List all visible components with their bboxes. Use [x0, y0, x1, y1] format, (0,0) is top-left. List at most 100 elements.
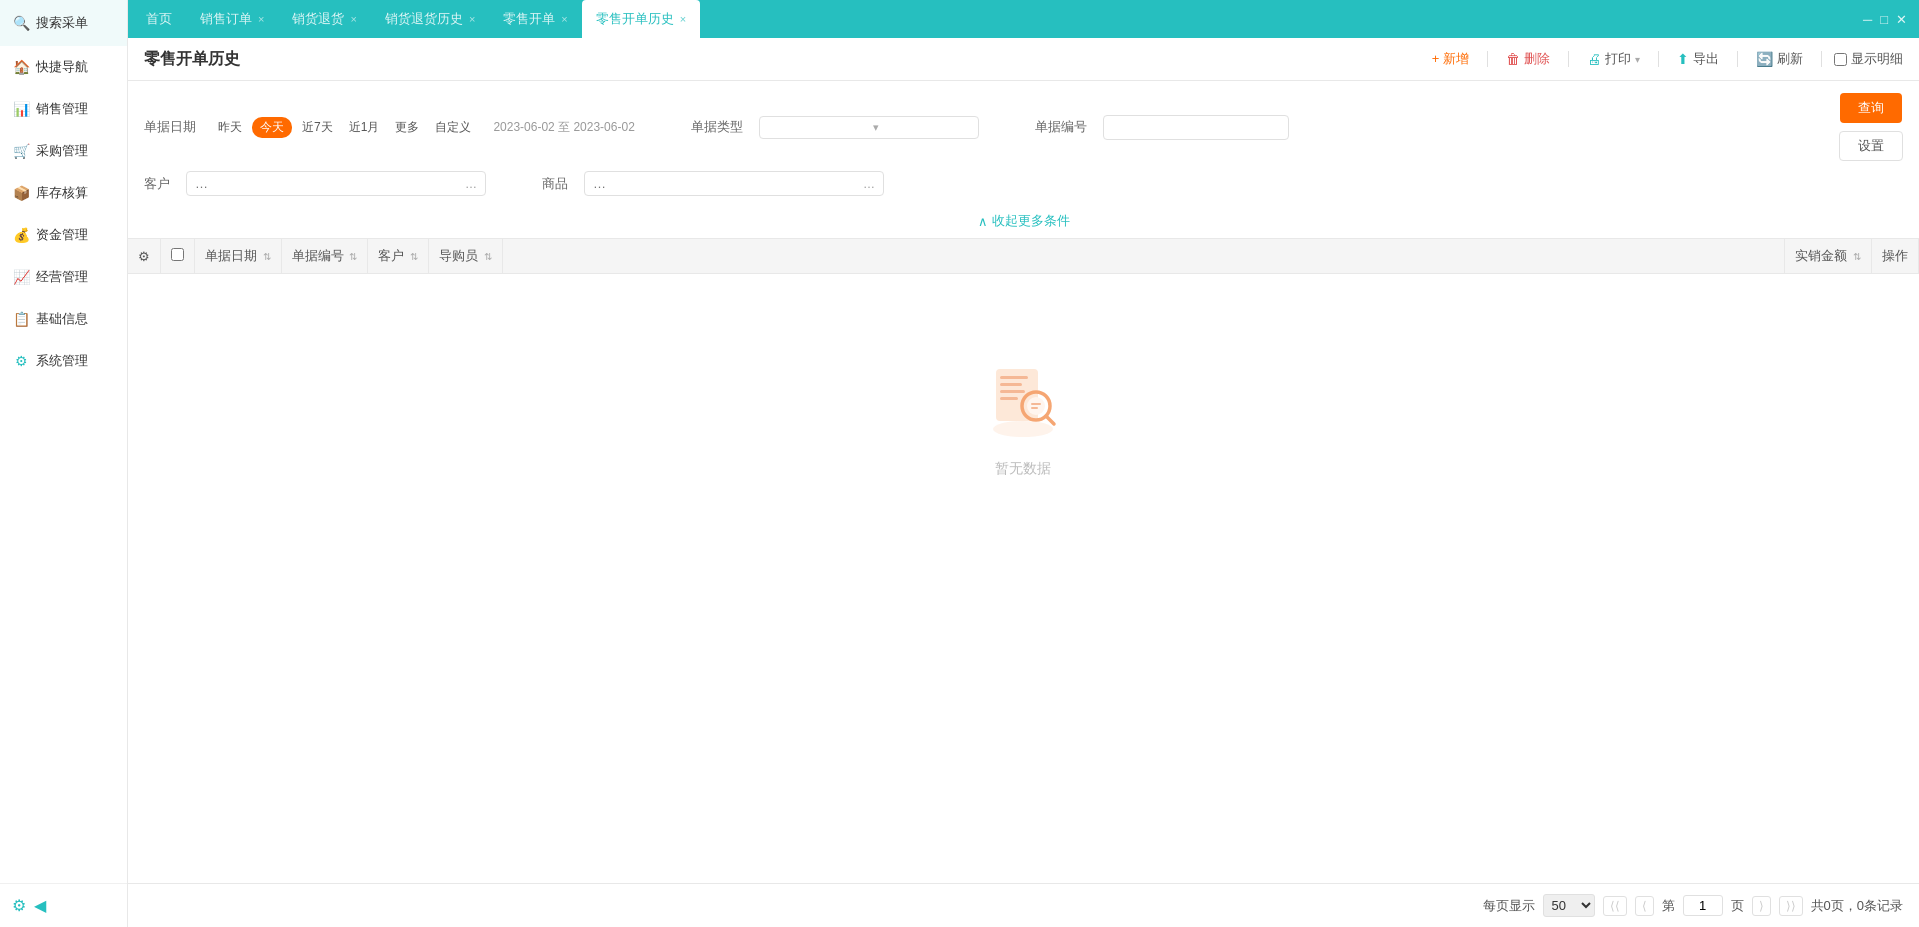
tab-sales-order[interactable]: 销售订单 × — [186, 0, 278, 38]
sort-icon-guide: ⇅ — [484, 251, 492, 262]
delete-icon: 🗑 — [1506, 51, 1520, 67]
svg-point-7 — [1027, 397, 1045, 415]
page-prefix-label: 第 — [1662, 897, 1675, 915]
table-area: ⚙ 单据日期 ⇅ 单据编号 ⇅ 客户 ⇅ — [128, 239, 1919, 883]
select-all-checkbox[interactable] — [171, 248, 184, 261]
th-action: 操作 — [1872, 239, 1919, 274]
next-page-btn[interactable]: ⟩ — [1752, 896, 1771, 916]
filter-settings-button[interactable]: 设置 — [1839, 131, 1903, 161]
add-button[interactable]: + 新增 — [1426, 46, 1475, 72]
th-bill-no-label: 单据编号 — [292, 248, 344, 263]
th-customer[interactable]: 客户 ⇅ — [368, 239, 429, 274]
empty-illustration — [978, 354, 1068, 444]
export-icon: ⬆ — [1677, 51, 1689, 67]
tab-sales-return-history-label: 销货退货历史 — [385, 10, 463, 28]
divider-1 — [1487, 51, 1488, 67]
display-detail-checkbox[interactable] — [1834, 53, 1847, 66]
print-button[interactable]: 🖨 打印 ▾ — [1581, 46, 1646, 72]
svg-rect-9 — [1031, 403, 1041, 405]
sidebar-settings-btn[interactable]: ⚙ — [12, 896, 26, 915]
tab-sales-return-close[interactable]: × — [350, 13, 356, 25]
sidebar-collapse-btn[interactable]: ◀ — [34, 896, 46, 915]
display-detail-toggle[interactable]: 显示明细 — [1834, 50, 1903, 68]
page-input[interactable] — [1683, 895, 1723, 916]
date-btn-custom[interactable]: 自定义 — [429, 117, 477, 138]
tab-sales-return-history[interactable]: 销货退货历史 × — [371, 0, 489, 38]
window-minimize-btn[interactable]: ─ — [1863, 12, 1872, 27]
th-checkbox[interactable] — [161, 239, 195, 274]
th-bill-no[interactable]: 单据编号 ⇅ — [281, 239, 368, 274]
display-detail-label: 显示明细 — [1851, 50, 1903, 68]
tab-bar-controls: ─ □ ✕ — [1863, 12, 1915, 27]
tab-home-label: 首页 — [146, 10, 172, 28]
customer-ellipsis[interactable]: … — [465, 177, 477, 191]
sort-icon-date: ⇅ — [263, 251, 271, 262]
sidebar: 🔍 搜索采单 🏠 快捷导航 📊 销售管理 🛒 采购管理 📦 库存核算 💰 资金管… — [0, 0, 128, 927]
empty-state: 暂无数据 — [128, 274, 1919, 558]
sidebar-item-quick-nav[interactable]: 🏠 快捷导航 — [0, 46, 127, 88]
date-btn-today[interactable]: 今天 — [252, 117, 292, 138]
data-table: ⚙ 单据日期 ⇅ 单据编号 ⇅ 客户 ⇅ — [128, 239, 1919, 558]
th-amount[interactable]: 实销金额 ⇅ — [1785, 239, 1872, 274]
sidebar-item-sys-mgmt[interactable]: ⚙ 系统管理 — [0, 340, 127, 382]
tab-retail-open[interactable]: 零售开单 × — [489, 0, 581, 38]
sidebar-item-label: 基础信息 — [36, 310, 88, 328]
customer-input[interactable] — [195, 176, 465, 191]
box-icon: 📦 — [12, 185, 30, 201]
sidebar-item-finance[interactable]: 💰 资金管理 — [0, 214, 127, 256]
sidebar-item-purchase-mgmt[interactable]: 🛒 采购管理 — [0, 130, 127, 172]
tab-retail-open-history-close[interactable]: × — [680, 13, 686, 25]
th-action-label: 操作 — [1882, 248, 1908, 263]
th-guide[interactable]: 导购员 ⇅ — [428, 239, 502, 274]
th-settings[interactable]: ⚙ — [128, 239, 161, 274]
tab-sales-order-close[interactable]: × — [258, 13, 264, 25]
date-btn-last1m[interactable]: 近1月 — [343, 117, 386, 138]
sidebar-item-base-info[interactable]: 📋 基础信息 — [0, 298, 127, 340]
goods-input[interactable] — [593, 176, 863, 191]
window-close-btn[interactable]: ✕ — [1896, 12, 1907, 27]
gear-icon: ⚙ — [12, 353, 30, 369]
sidebar-item-operations[interactable]: 📈 经营管理 — [0, 256, 127, 298]
sort-icon-customer: ⇅ — [410, 251, 418, 262]
date-btn-more[interactable]: 更多 — [389, 117, 425, 138]
refresh-button[interactable]: 🔄 刷新 — [1750, 46, 1809, 72]
goods-input-wrapper: … — [584, 171, 884, 196]
query-button[interactable]: 查询 — [1840, 93, 1902, 123]
sidebar-item-label: 快捷导航 — [36, 58, 88, 76]
export-button[interactable]: ⬆ 导出 — [1671, 46, 1725, 72]
tab-sales-return[interactable]: 销货退货 × — [278, 0, 370, 38]
bill-no-input[interactable] — [1112, 120, 1280, 135]
tab-home[interactable]: 首页 — [132, 0, 186, 38]
prev-page-btn[interactable]: ⟨ — [1635, 896, 1654, 916]
settings-col-icon[interactable]: ⚙ — [138, 249, 150, 264]
delete-button[interactable]: 🗑 删除 — [1500, 46, 1556, 72]
svg-point-0 — [993, 421, 1053, 437]
money-icon: 💰 — [12, 227, 30, 243]
th-guide-label: 导购员 — [439, 248, 478, 263]
goods-ellipsis[interactable]: … — [863, 177, 875, 191]
th-amount-label: 实销金额 — [1795, 248, 1847, 263]
window-maximize-btn[interactable]: □ — [1880, 12, 1888, 27]
sidebar-item-inventory[interactable]: 📦 库存核算 — [0, 172, 127, 214]
svg-rect-2 — [1000, 376, 1028, 379]
date-btn-yesterday[interactable]: 昨天 — [212, 117, 248, 138]
per-page-select[interactable]: 10 20 50 100 — [1543, 894, 1595, 917]
sidebar-item-sales-mgmt[interactable]: 📊 销售管理 — [0, 88, 127, 130]
th-date[interactable]: 单据日期 ⇅ — [195, 239, 282, 274]
doc-icon: 📋 — [12, 311, 30, 327]
table-body: 暂无数据 — [128, 274, 1919, 559]
tab-bar: 首页 销售订单 × 销货退货 × 销货退货历史 × 零售开单 × 零售开单历史 … — [128, 0, 1919, 38]
filter-collapse-btn[interactable]: ∧ 收起更多条件 — [144, 206, 1903, 238]
table-header: ⚙ 单据日期 ⇅ 单据编号 ⇅ 客户 ⇅ — [128, 239, 1919, 274]
date-btn-last7[interactable]: 近7天 — [296, 117, 339, 138]
tab-sales-return-history-close[interactable]: × — [469, 13, 475, 25]
print-chevron[interactable]: ▾ — [1635, 54, 1640, 65]
bill-type-select[interactable]: ▾ — [759, 116, 979, 139]
tab-retail-open-history[interactable]: 零售开单历史 × — [582, 0, 700, 38]
sidebar-search[interactable]: 🔍 搜索采单 — [0, 0, 127, 46]
tab-retail-open-close[interactable]: × — [561, 13, 567, 25]
first-page-btn[interactable]: ⟨⟨ — [1603, 896, 1627, 916]
divider-2 — [1568, 51, 1569, 67]
last-page-btn[interactable]: ⟩⟩ — [1779, 896, 1803, 916]
filter-area: 单据日期 昨天 今天 近7天 近1月 更多 自定义 2023-06-02 至 2… — [128, 81, 1919, 239]
